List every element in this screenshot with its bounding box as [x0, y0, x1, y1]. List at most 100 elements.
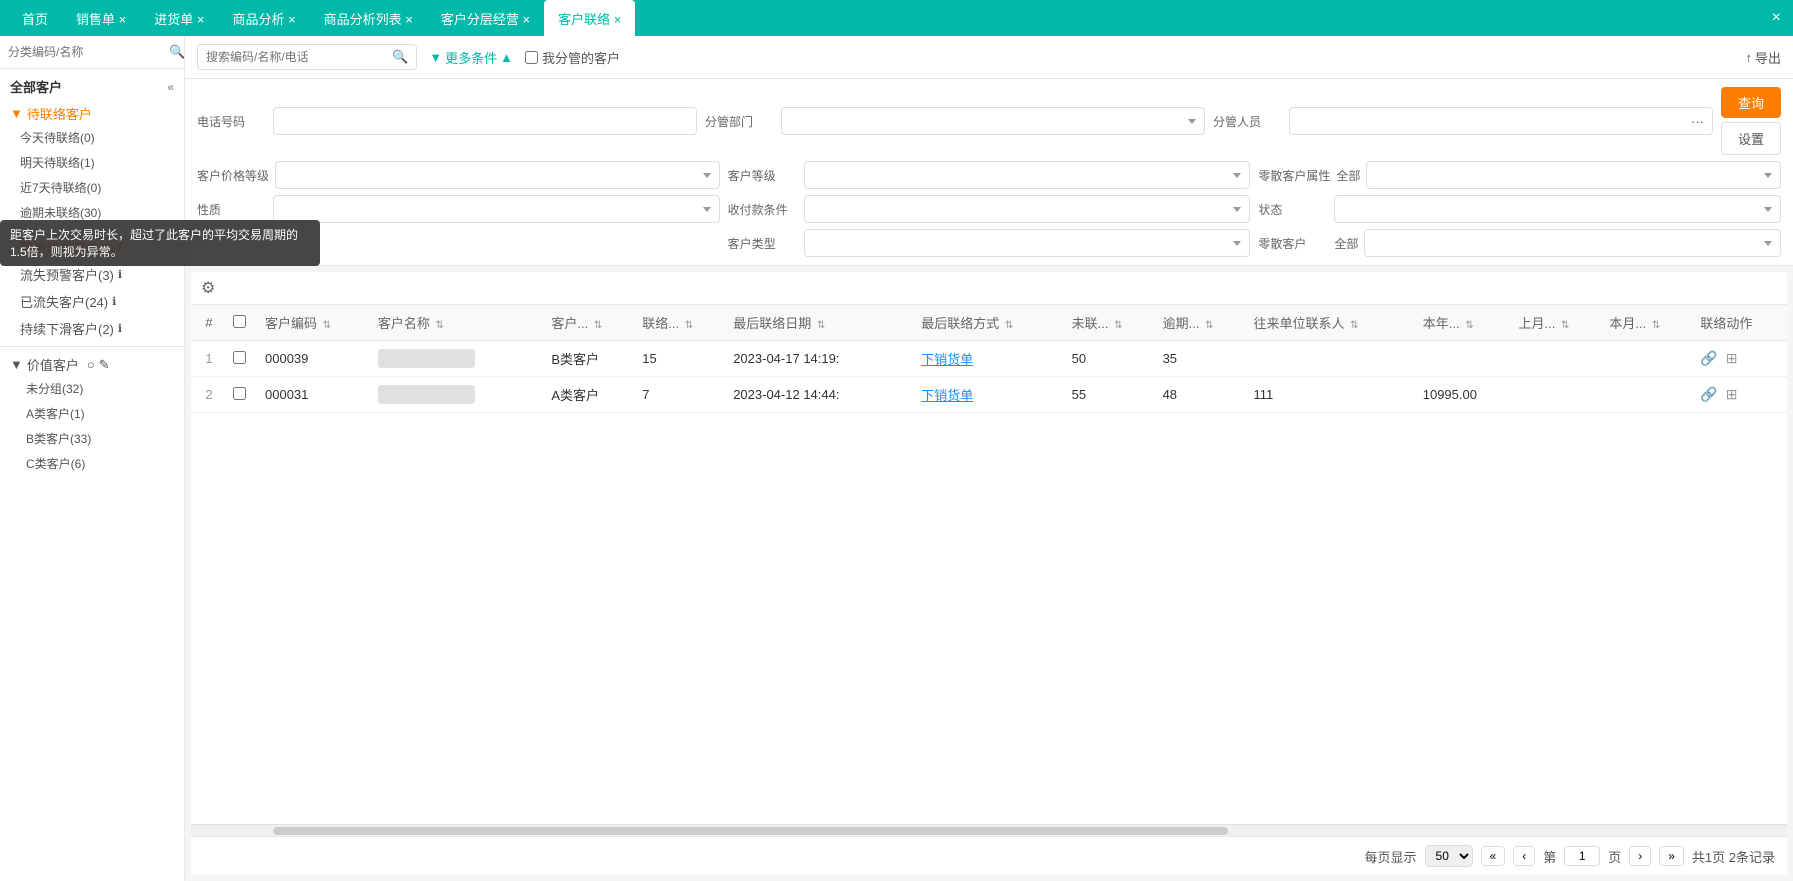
- payment-select[interactable]: [804, 195, 1251, 223]
- sidebar-collapse-icon[interactable]: «: [167, 80, 174, 94]
- retail-attr-label: 零散客户属性: [1258, 167, 1330, 184]
- nav-purchase[interactable]: 进货单 ×: [140, 0, 218, 36]
- nature-label: 性质: [197, 201, 267, 218]
- prev-page-btn[interactable]: ‹: [1513, 846, 1535, 866]
- row-1-more-icon[interactable]: ⊞: [1726, 350, 1738, 367]
- payment-chevron-icon: [1233, 207, 1241, 212]
- last-page-btn[interactable]: »: [1659, 846, 1684, 866]
- col-not-contacted[interactable]: 未联... ⇅: [1066, 305, 1157, 341]
- col-customer-type[interactable]: 客户... ⇅: [545, 305, 636, 341]
- value-group-edit-icon[interactable]: ○: [87, 357, 95, 372]
- dept-select[interactable]: [781, 107, 1205, 135]
- sidebar-value-group: ▼ 价值客户 ○ ✎: [0, 351, 184, 376]
- customer-level-chevron-icon: [1233, 173, 1241, 178]
- sidebar-item-repurchase-anomaly[interactable]: 回购异常客户(2) ℹ: [0, 234, 184, 261]
- sidebar-search-icon[interactable]: 🔍: [169, 44, 185, 60]
- sidebar-item-lost-warning[interactable]: 流失预警客户(3) ℹ: [0, 261, 184, 288]
- table-row: 1 000039 ████ B类客户 15 2023-04-17 14:19:: [191, 341, 1787, 377]
- sidebar-search-bar: 🔍: [0, 36, 184, 69]
- nav-home[interactable]: 首页: [8, 0, 62, 36]
- next-page-btn[interactable]: ›: [1629, 846, 1651, 866]
- filter-price-level: 客户价格等级: [197, 161, 720, 189]
- row-1-num: 1: [191, 341, 227, 377]
- row-1-checkbox[interactable]: [233, 351, 246, 364]
- retail-attr-select[interactable]: [1366, 161, 1781, 189]
- advanced-filters: 电话号码 分管部门 分管人员 ···: [185, 79, 1793, 266]
- retail-customer-label: 零散客户: [1258, 235, 1328, 252]
- customer-type-select[interactable]: [804, 229, 1251, 257]
- col-code[interactable]: 客户编码 ⇅: [259, 305, 372, 341]
- col-this-month[interactable]: 本月... ⇅: [1603, 305, 1694, 341]
- nav-product-analysis[interactable]: 商品分析 ×: [218, 0, 309, 36]
- first-page-btn[interactable]: «: [1481, 846, 1506, 866]
- settings-button[interactable]: 设置: [1721, 122, 1781, 155]
- page-size-select[interactable]: 50: [1425, 845, 1473, 867]
- search-input[interactable]: [206, 50, 386, 64]
- nav-product-analysis-list[interactable]: 商品分析列表 ×: [310, 0, 427, 36]
- sidebar-item-unclassified[interactable]: 未分组(32): [0, 376, 184, 401]
- row-1-last-method[interactable]: 下销货单: [915, 341, 1065, 377]
- row-2-checkbox[interactable]: [233, 387, 246, 400]
- code-sort-icon: ⇅: [323, 320, 331, 331]
- nature-select[interactable]: [273, 195, 720, 223]
- row-2-checkbox-cell: [227, 377, 259, 413]
- col-name[interactable]: 客户名称 ⇅: [372, 305, 546, 341]
- scrollbar-thumb[interactable]: [273, 827, 1228, 835]
- phone-input[interactable]: [273, 107, 697, 135]
- sidebar-pending-group: ▼ 待联络客户: [0, 100, 184, 125]
- dots-label: ···: [197, 236, 267, 250]
- sidebar-item-declining[interactable]: 持续下滑客户(2) ℹ: [0, 315, 184, 342]
- col-contact-count[interactable]: 联络... ⇅: [636, 305, 727, 341]
- sidebar-item-7days-pending[interactable]: 近7天待联络(0): [0, 175, 184, 200]
- nav-customer-segmentation[interactable]: 客户分层经营 ×: [427, 0, 544, 36]
- row-1-link-icon[interactable]: 🔗: [1700, 350, 1717, 367]
- col-last-contact-method[interactable]: 最后联络方式 ⇅: [915, 305, 1065, 341]
- col-last-month[interactable]: 上月... ⇅: [1513, 305, 1604, 341]
- close-icon[interactable]: ×: [1772, 9, 1781, 27]
- triangle-icon-2: ▼: [10, 357, 23, 372]
- col-last-contact-date[interactable]: 最后联络日期 ⇅: [727, 305, 915, 341]
- total-records-label: 共1页 2条记录: [1692, 847, 1775, 866]
- col-overdue[interactable]: 逾期... ⇅: [1157, 305, 1248, 341]
- contact-sort-icon: ⇅: [685, 320, 693, 331]
- page-label: 第: [1543, 847, 1556, 866]
- col-unit-contact[interactable]: 往来单位联系人 ⇅: [1247, 305, 1416, 341]
- my-customers-checkbox-group[interactable]: 我分管的客户: [525, 48, 620, 67]
- sidebar-item-b-class[interactable]: B类客户(33): [0, 426, 184, 451]
- chevron-up-icon: ▲: [500, 50, 513, 65]
- table-settings-icon[interactable]: ⚙: [201, 278, 215, 298]
- horizontal-scrollbar[interactable]: [191, 824, 1787, 836]
- col-this-year[interactable]: 本年... ⇅: [1417, 305, 1513, 341]
- table-scroll-container[interactable]: # 客户编码 ⇅ 客户名称 ⇅: [191, 305, 1787, 824]
- sidebar-item-a-class[interactable]: A类客户(1): [0, 401, 184, 426]
- export-btn[interactable]: ↑ 导出: [1745, 48, 1781, 67]
- sidebar-item-lost-customers[interactable]: 已流失客户(24) ℹ: [0, 288, 184, 315]
- sidebar-search-input[interactable]: [8, 45, 163, 59]
- phone-label: 电话号码: [197, 113, 267, 130]
- sidebar-item-c-class[interactable]: C类客户(6): [0, 451, 184, 476]
- row-2-last-method[interactable]: 下销货单: [915, 377, 1065, 413]
- value-group-pencil-icon[interactable]: ✎: [99, 357, 110, 373]
- retail-customer-select[interactable]: [1364, 229, 1781, 257]
- sidebar-item-today-pending[interactable]: 今天待联络(0): [0, 125, 184, 150]
- more-conditions-btn[interactable]: ▼ 更多条件 ▲: [429, 48, 513, 67]
- row-1-method-link[interactable]: 下销货单: [921, 352, 973, 367]
- customer-level-select[interactable]: [804, 161, 1251, 189]
- query-button[interactable]: 查询: [1721, 87, 1781, 118]
- my-customers-checkbox[interactable]: [525, 51, 538, 64]
- row-2-link-icon[interactable]: 🔗: [1700, 386, 1717, 403]
- status-select[interactable]: [1334, 195, 1781, 223]
- manager-select[interactable]: ···: [1289, 107, 1713, 135]
- select-all-checkbox[interactable]: [233, 315, 246, 328]
- search-icon[interactable]: 🔍: [392, 49, 408, 65]
- filter-manager: 分管人员 ···: [1213, 107, 1713, 135]
- name-sort-icon: ⇅: [435, 320, 443, 331]
- row-2-method-link[interactable]: 下销货单: [921, 388, 973, 403]
- price-level-select[interactable]: [275, 161, 720, 189]
- page-number-input[interactable]: [1564, 846, 1600, 866]
- nav-sales[interactable]: 销售单 ×: [62, 0, 140, 36]
- sidebar-item-overdue-pending[interactable]: 逾期未联络(30): [0, 200, 184, 225]
- nav-customer-contact[interactable]: 客户联络 ×: [544, 0, 635, 36]
- row-2-more-icon[interactable]: ⊞: [1726, 386, 1738, 403]
- sidebar-item-tomorrow-pending[interactable]: 明天待联络(1): [0, 150, 184, 175]
